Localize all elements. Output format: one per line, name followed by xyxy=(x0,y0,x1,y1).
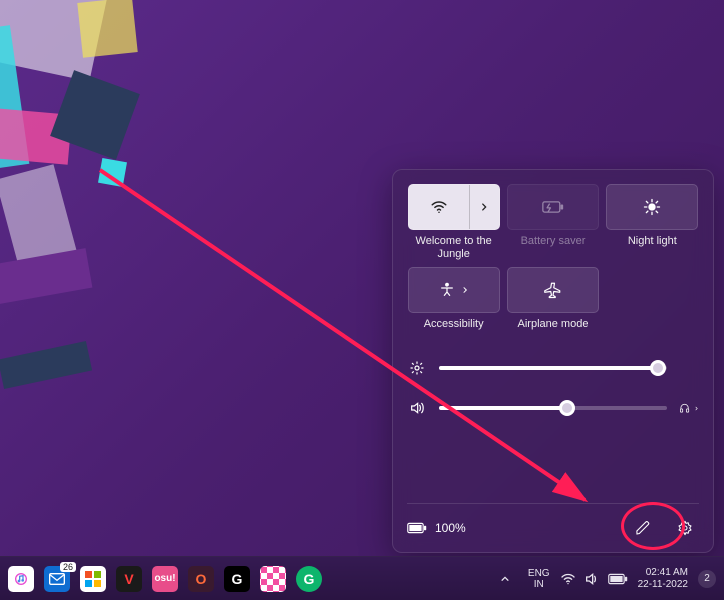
night-light-tile[interactable] xyxy=(606,184,698,230)
clock-date: 22-11-2022 xyxy=(638,579,688,591)
clock-time: 02:41 AM xyxy=(638,567,688,579)
volume-icon xyxy=(407,400,427,416)
taskbar-app-osu[interactable]: osu! xyxy=(152,566,178,592)
battery-percent-text: 100% xyxy=(435,521,466,535)
volume-icon xyxy=(584,571,600,587)
battery-saver-tile xyxy=(507,184,599,230)
sliders-area xyxy=(407,360,699,416)
taskbar-clock[interactable]: 02:41 AM 22-11-2022 xyxy=(638,567,688,591)
brightness-slider[interactable] xyxy=(407,360,699,376)
taskbar-app-logitech[interactable]: G xyxy=(224,566,250,592)
taskbar-app-valorant[interactable]: V xyxy=(116,566,142,592)
taskbar-app-office[interactable]: O xyxy=(188,566,214,592)
accessibility-label: Accessibility xyxy=(424,318,484,344)
taskbar-app-msstore[interactable] xyxy=(80,566,106,592)
notification-count: 2 xyxy=(704,573,710,584)
taskbar-app-mail[interactable]: 26 xyxy=(44,566,70,592)
audio-output-button[interactable] xyxy=(679,400,699,416)
chevron-up-icon xyxy=(500,574,510,584)
wifi-label: Welcome to the Jungle xyxy=(407,235,500,261)
quick-settings-footer: 100% xyxy=(407,503,699,542)
airplane-mode-label: Airplane mode xyxy=(518,318,589,344)
taskbar-app-checker[interactable] xyxy=(260,566,286,592)
battery-saver-label: Battery saver xyxy=(521,235,586,261)
gear-icon xyxy=(677,520,693,536)
brightness-track[interactable] xyxy=(439,366,667,370)
language-line2: IN xyxy=(528,579,550,590)
language-line1: ENG xyxy=(528,568,550,579)
battery-saver-icon xyxy=(542,200,564,214)
volume-track[interactable] xyxy=(439,406,667,410)
night-light-label: Night light xyxy=(628,235,677,261)
tray-overflow-button[interactable] xyxy=(492,566,518,592)
chevron-right-icon xyxy=(461,286,469,294)
volume-slider[interactable] xyxy=(407,400,699,416)
chevron-right-icon xyxy=(479,202,489,212)
brightness-thumb[interactable] xyxy=(650,360,666,376)
airplane-icon xyxy=(544,281,562,299)
headphones-icon xyxy=(679,400,690,416)
chevron-right-icon xyxy=(694,405,699,412)
pencil-icon xyxy=(635,520,651,536)
battery-status[interactable]: 100% xyxy=(407,521,466,535)
mail-badge: 26 xyxy=(60,562,76,572)
tray-status-icons[interactable] xyxy=(560,571,628,587)
battery-icon xyxy=(608,573,628,585)
notification-center-button[interactable]: 2 xyxy=(698,570,716,588)
taskbar: 26 V osu! O G G ENG IN 02:41 AM 22-11-20… xyxy=(0,556,724,600)
taskbar-pinned-apps: 26 V osu! O G G xyxy=(8,566,322,592)
wifi-expand-button[interactable] xyxy=(469,185,499,229)
language-indicator[interactable]: ENG IN xyxy=(528,568,550,590)
taskbar-app-grammarly[interactable]: G xyxy=(296,566,322,592)
accessibility-icon xyxy=(439,282,455,298)
taskbar-app-itunes[interactable] xyxy=(8,566,34,592)
mail-icon xyxy=(49,573,65,585)
wifi-tile[interactable] xyxy=(408,184,500,230)
wifi-icon xyxy=(560,571,576,587)
taskbar-system-tray: ENG IN 02:41 AM 22-11-2022 2 xyxy=(492,566,716,592)
volume-thumb[interactable] xyxy=(559,400,575,416)
quick-settings-tiles: Welcome to the Jungle Battery saver Nigh… xyxy=(407,184,699,344)
night-light-icon xyxy=(643,198,661,216)
quick-settings-panel: Welcome to the Jungle Battery saver Nigh… xyxy=(392,169,714,553)
airplane-mode-tile[interactable] xyxy=(507,267,599,313)
settings-button[interactable] xyxy=(671,514,699,542)
wifi-icon xyxy=(409,185,469,229)
edit-quick-settings-button[interactable] xyxy=(629,514,657,542)
brightness-icon xyxy=(407,360,427,376)
wallpaper-art xyxy=(0,0,260,360)
accessibility-tile[interactable] xyxy=(408,267,500,313)
battery-icon xyxy=(407,522,427,534)
